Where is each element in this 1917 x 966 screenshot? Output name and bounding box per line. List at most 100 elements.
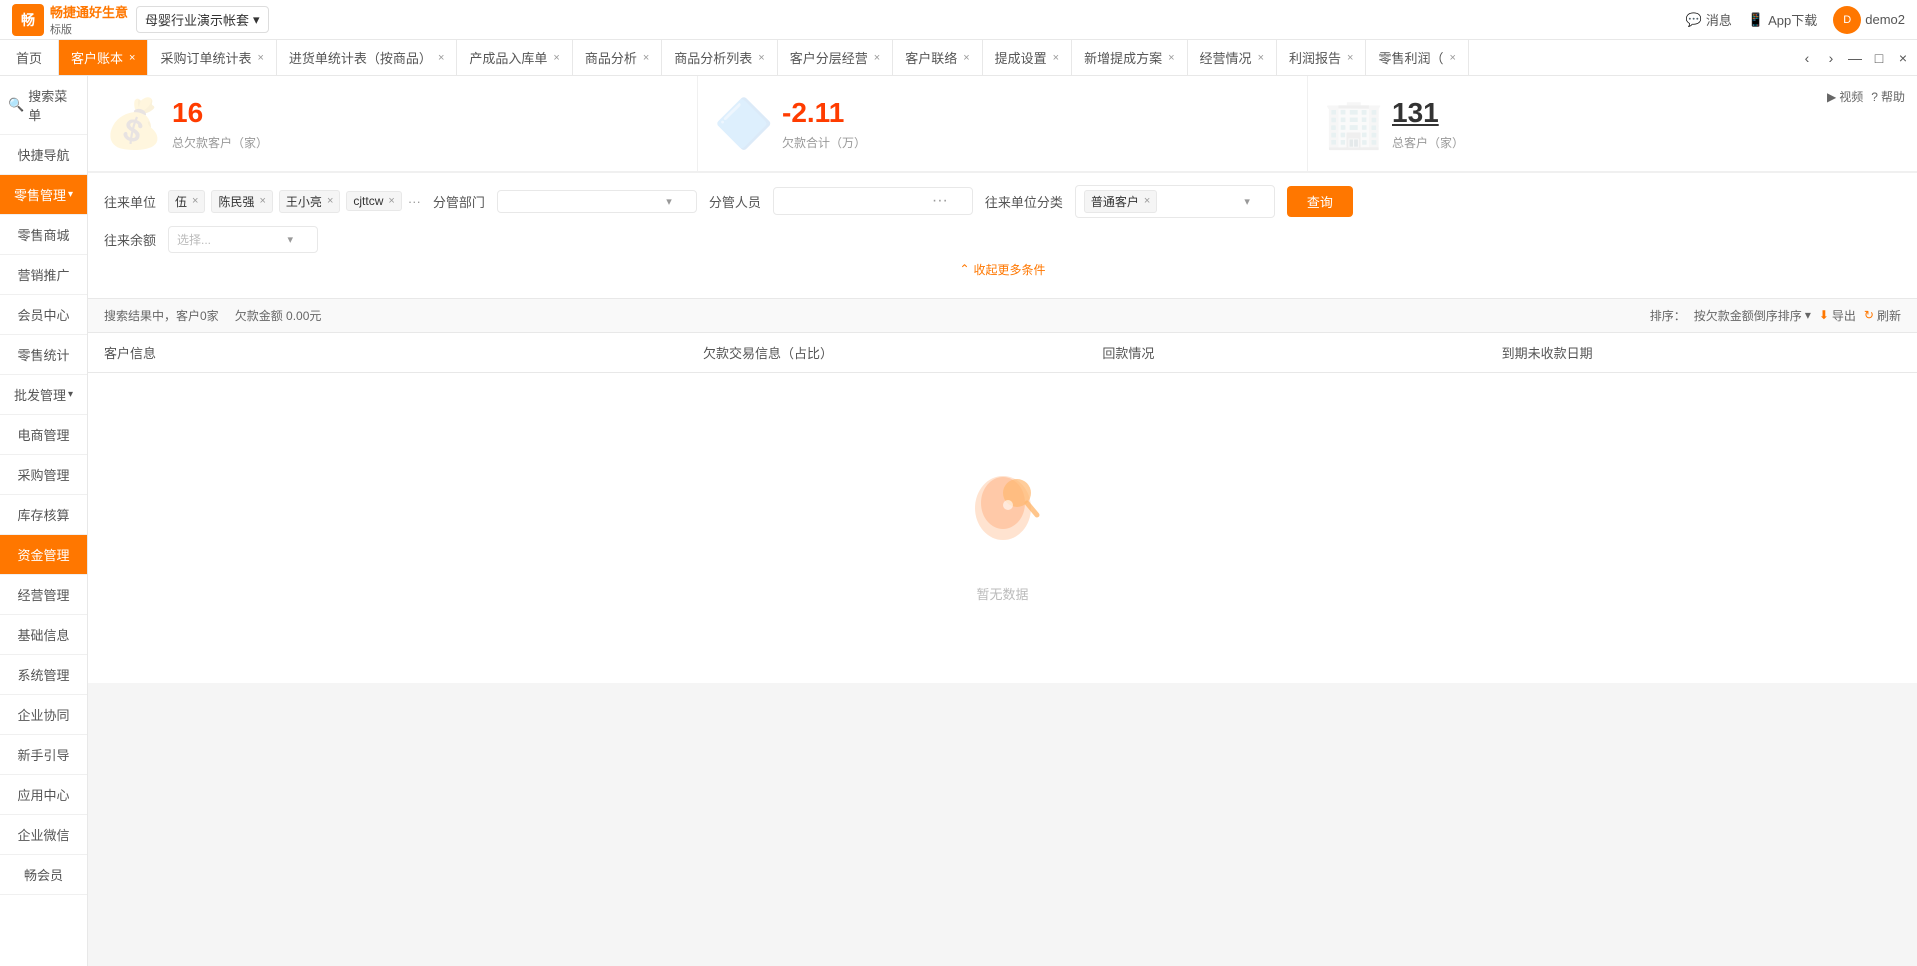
sidebar-item-tutorial[interactable]: 新手引导 — [0, 735, 87, 775]
prev-tab-button[interactable]: ‹ — [1797, 48, 1817, 68]
sidebar-item-retail-stats[interactable]: 零售统计 — [0, 335, 87, 375]
filter-tag-chen: 陈民强 × — [211, 190, 272, 213]
close-button[interactable]: × — [1893, 48, 1913, 68]
filter-tags-units: 伍 × 陈民强 × 王小亮 × cjttcw × ··· — [168, 190, 421, 213]
filter-tag-wang: 王小亮 × — [279, 190, 340, 213]
help-icon: ? — [1871, 90, 1878, 104]
tab-close-icon[interactable]: × — [1053, 52, 1059, 64]
tab-operations[interactable]: 经营情况 × — [1188, 40, 1277, 76]
tab-customer-ledger[interactable]: 客户账本 × — [59, 40, 148, 76]
account-selector[interactable]: 母婴行业演示帐套 ▾ — [136, 6, 269, 33]
stat-label-debt: 欠款合计（万） — [782, 134, 866, 151]
tab-close-icon[interactable]: × — [1258, 52, 1264, 64]
sidebar-item-inventory[interactable]: 库存核算 — [0, 495, 87, 535]
sidebar-item-purchase-mgmt[interactable]: 采购管理 — [0, 455, 87, 495]
tab-home[interactable]: 首页 — [0, 40, 59, 76]
app-download-button[interactable]: 📱 App下载 — [1748, 10, 1817, 29]
sidebar-item-retail-mgmt[interactable]: 零售管理 ▾ — [0, 175, 87, 215]
sidebar-item-enterprise-wechat[interactable]: 企业微信 — [0, 815, 87, 855]
sidebar-item-wholesale-mgmt[interactable]: 批发管理 ▾ — [0, 375, 87, 415]
dept-select[interactable]: ▾ — [497, 190, 697, 213]
sidebar-item-retail-mall[interactable]: 零售商城 — [0, 215, 87, 255]
minimize-button[interactable]: — — [1845, 48, 1865, 68]
export-icon: ⬇ — [1819, 308, 1829, 322]
sidebar-item-quick-nav[interactable]: 快捷导航 — [0, 135, 87, 175]
tab-product-instock[interactable]: 产成品入库单 × — [457, 40, 572, 76]
sidebar-item-marketing[interactable]: 营销推广 — [0, 255, 87, 295]
sidebar-item-basic-info[interactable]: 基础信息 — [0, 615, 87, 655]
th-debt-info: 欠款交易信息（占比） — [703, 343, 1102, 362]
logo: 畅 畅捷通好生意 标版 — [12, 2, 128, 37]
tab-close-icon[interactable]: × — [643, 52, 649, 64]
sidebar-item-chang-member[interactable]: 畅会员 — [0, 855, 87, 895]
dots-icon: ··· — [932, 192, 948, 210]
filter-more-tags[interactable]: ··· — [408, 194, 421, 209]
dept-label: 分管部门 — [433, 192, 485, 211]
sidebar-item-member-center[interactable]: 会员中心 — [0, 295, 87, 335]
sidebar-item-operations-mgmt[interactable]: 经营管理 — [0, 575, 87, 615]
tab-close-icon[interactable]: × — [1449, 52, 1455, 64]
person-select[interactable]: ··· — [773, 187, 973, 215]
user-menu[interactable]: D demo2 — [1833, 6, 1905, 34]
tab-profit-report[interactable]: 利润报告 × — [1277, 40, 1366, 76]
th-repayment: 回款情况 — [1102, 343, 1501, 362]
tab-close-icon[interactable]: × — [1168, 52, 1174, 64]
refresh-button[interactable]: ↻ 刷新 — [1864, 307, 1901, 324]
tab-close-icon[interactable]: × — [758, 52, 764, 64]
filter-tag-close-wu[interactable]: × — [192, 195, 198, 207]
empty-state: 暂无数据 — [88, 373, 1917, 683]
stat-icon-money: 💰 — [104, 93, 164, 153]
next-tab-button[interactable]: › — [1821, 48, 1841, 68]
avatar: D — [1833, 6, 1861, 34]
topbar-left: 畅 畅捷通好生意 标版 母婴行业演示帐套 ▾ — [12, 2, 269, 37]
empty-illustration — [953, 453, 1053, 553]
export-button[interactable]: ⬇ 导出 — [1819, 307, 1856, 324]
tab-close-icon[interactable]: × — [129, 52, 135, 64]
maximize-button[interactable]: □ — [1869, 48, 1889, 68]
tab-retail-profit[interactable]: 零售利润（ × — [1366, 40, 1468, 76]
stat-label-customers: 总欠款客户（家） — [172, 134, 268, 151]
tab-customer-contact[interactable]: 客户联络 × — [893, 40, 982, 76]
tab-purchase-stats-by-product[interactable]: 进货单统计表（按商品） × — [277, 40, 457, 76]
tab-close-icon[interactable]: × — [438, 52, 444, 64]
tab-purchase-order-stats[interactable]: 采购订单统计表 × — [148, 40, 276, 76]
unit-class-label: 往来单位分类 — [985, 192, 1063, 211]
tab-product-analysis-list[interactable]: 商品分析列表 × — [662, 40, 777, 76]
tab-close-icon[interactable]: × — [874, 52, 880, 64]
filter-tag-close-chen[interactable]: × — [259, 195, 265, 207]
sidebar-item-finance[interactable]: 资金管理 — [0, 535, 87, 575]
collapse-filters-button[interactable]: ⌃ 收起更多条件 — [104, 261, 1901, 278]
sidebar-item-enterprise-collab[interactable]: 企业协同 — [0, 695, 87, 735]
filter-tag-close-cjttcw[interactable]: × — [388, 195, 394, 207]
result-actions: 排序： 按欠款金额倒序排序 ▾ ⬇ 导出 ↻ 刷新 — [1650, 307, 1901, 324]
tab-commission-settings[interactable]: 提成设置 × — [983, 40, 1072, 76]
play-icon: ▶ — [1827, 90, 1836, 104]
chevron-down-icon: ▾ — [68, 389, 73, 400]
tab-close-icon[interactable]: × — [963, 52, 969, 64]
sidebar-item-ecom-mgmt[interactable]: 电商管理 — [0, 415, 87, 455]
sidebar-item-app-center[interactable]: 应用中心 — [0, 775, 87, 815]
tab-close-icon[interactable]: × — [1347, 52, 1353, 64]
filter-tag-close-wang[interactable]: × — [327, 195, 333, 207]
query-button[interactable]: 查询 — [1287, 186, 1353, 217]
tab-close-icon[interactable]: × — [553, 52, 559, 64]
unit-class-tags: 普通客户 × — [1084, 190, 1240, 213]
tab-close-icon[interactable]: × — [257, 52, 263, 64]
filter-tag-close-normal[interactable]: × — [1144, 195, 1150, 207]
sidebar-item-system-mgmt[interactable]: 系统管理 — [0, 655, 87, 695]
filter-row-2: 往来余额 选择... ▾ — [104, 226, 1901, 253]
message-button[interactable]: 💬 消息 — [1686, 10, 1732, 29]
tab-add-commission-plan[interactable]: 新增提成方案 × — [1072, 40, 1187, 76]
tab-customer-tier[interactable]: 客户分层经营 × — [778, 40, 893, 76]
video-button[interactable]: ▶ 视频 — [1827, 88, 1863, 105]
sort-button[interactable]: 按欠款金额倒序排序 ▾ — [1694, 307, 1811, 324]
chevron-up-icon: ⌃ — [959, 262, 969, 276]
balance-select[interactable]: 选择... ▾ — [168, 226, 318, 253]
content-area: 💰 16 总欠款客户（家） 🔷 -2.11 欠款合计（万） 🏢 131 总客户（… — [88, 76, 1917, 966]
sidebar-search[interactable]: 🔍 搜索菜单 — [0, 76, 87, 135]
help-button[interactable]: ? 帮助 — [1871, 88, 1905, 105]
logo-sub: 标版 — [50, 21, 128, 37]
tab-product-analysis[interactable]: 商品分析 × — [573, 40, 662, 76]
unit-class-select[interactable]: 普通客户 × ▾ — [1075, 185, 1275, 218]
th-customer-info: 客户信息 — [104, 343, 703, 362]
